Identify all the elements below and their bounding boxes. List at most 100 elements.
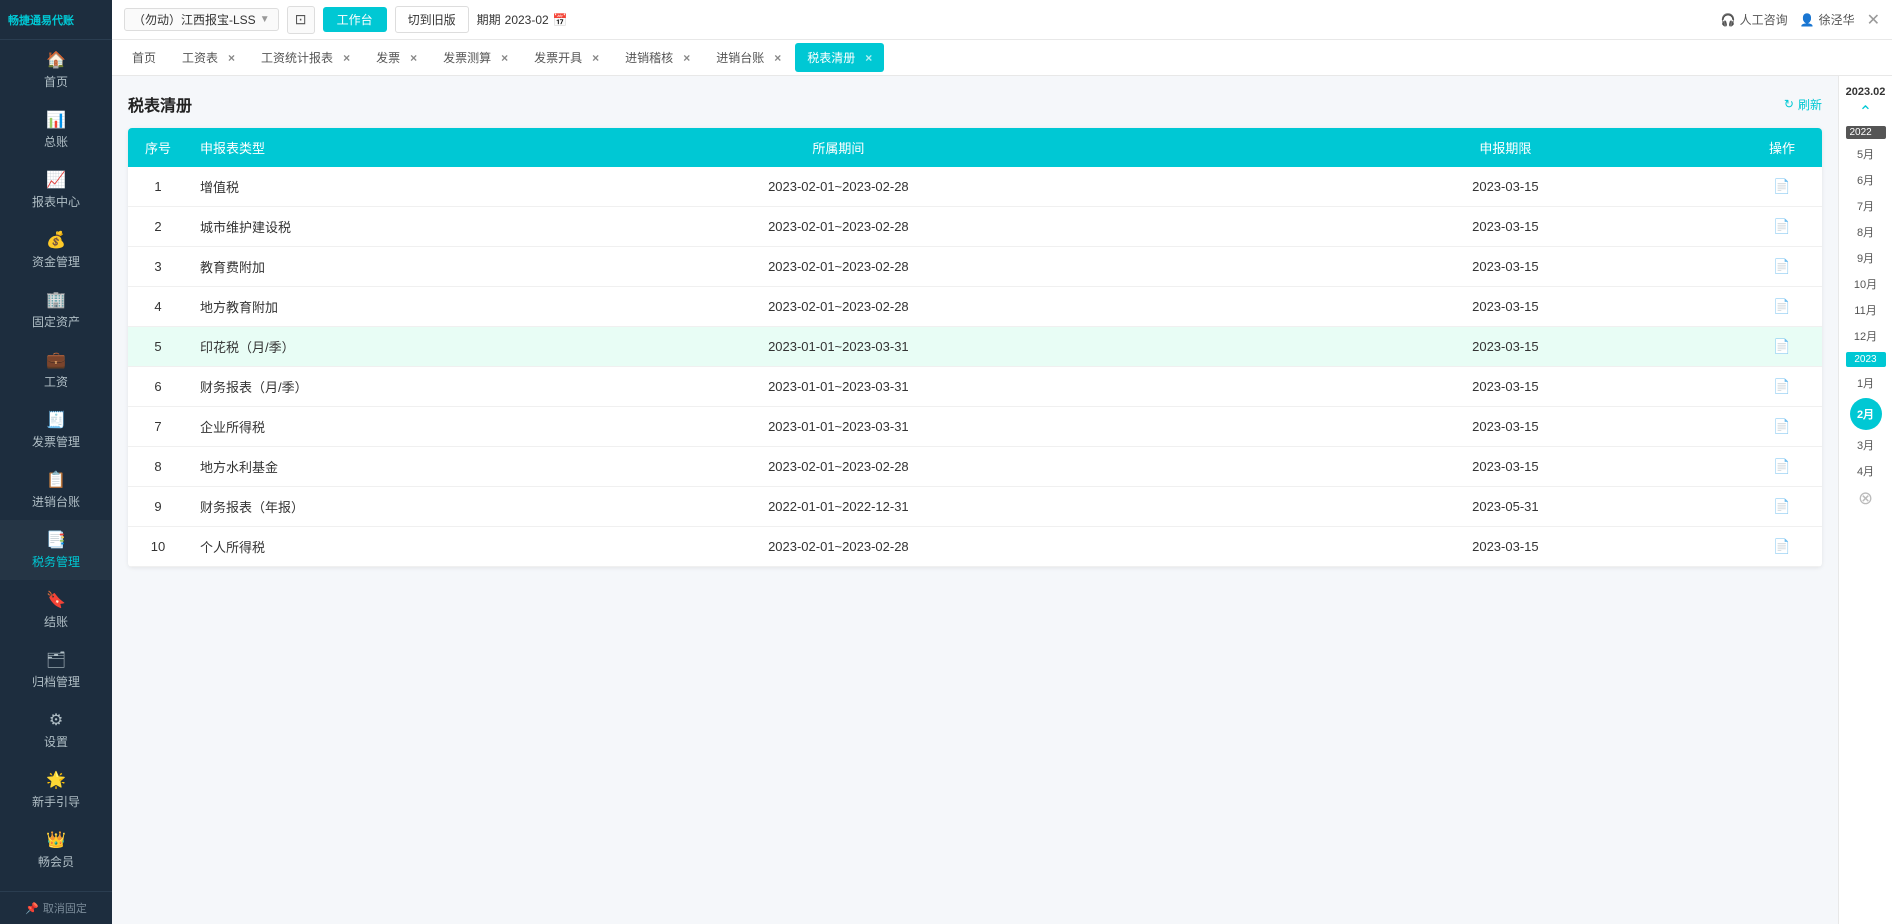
timeline-header: 2023.02 xyxy=(1844,82,1888,102)
sidebar-item-archive[interactable]: 🗂归档管理 xyxy=(0,640,112,700)
action-icon[interactable]: 📄 xyxy=(1773,298,1790,314)
sidebar-item-guide[interactable]: 🌟新手引导 xyxy=(0,760,112,820)
copy-icon[interactable]: ⊡ xyxy=(287,6,315,34)
cell-action[interactable]: 📄 xyxy=(1742,447,1822,487)
sidebar-item-fund[interactable]: 💰资金管理 xyxy=(0,220,112,280)
table-row: 9 财务报表（年报） 2022-01-01~2022-12-31 2023-05… xyxy=(128,487,1822,527)
tab-purchase-ledger[interactable]: 进销台账 × xyxy=(704,43,793,72)
action-icon[interactable]: 📄 xyxy=(1773,498,1790,514)
tab-close-salary[interactable]: × xyxy=(228,51,235,65)
settings-icon: ⚙ xyxy=(49,710,63,730)
tab-label-purchase-ledger: 进销台账 xyxy=(716,49,764,66)
tab-close-invoice-open[interactable]: × xyxy=(592,51,599,65)
action-icon[interactable]: 📄 xyxy=(1773,218,1790,234)
archive-icon: 🗂 xyxy=(46,650,66,670)
timeline-month-2023-3月[interactable]: 3月 xyxy=(1846,432,1886,458)
tab-salary-report[interactable]: 工资统计报表× xyxy=(249,43,362,72)
cell-type: 印花税（月/季） xyxy=(188,327,408,367)
sidebar-label-member: 畅会员 xyxy=(38,853,74,870)
cell-index: 5 xyxy=(128,327,188,367)
sidebar-item-purchase[interactable]: 📋进销台账 xyxy=(0,460,112,520)
tab-invoice-open[interactable]: 发票开具× xyxy=(522,43,611,72)
sidebar-item-invoice-mgmt[interactable]: 🧾发票管理 xyxy=(0,400,112,460)
sidebar-label-home: 首页 xyxy=(44,73,68,90)
cell-action[interactable]: 📄 xyxy=(1742,207,1822,247)
cell-index: 1 xyxy=(128,167,188,207)
sidebar-label-fund: 资金管理 xyxy=(32,253,80,270)
timeline-month-2023-2月[interactable]: 2月 xyxy=(1850,398,1882,430)
timeline-month-2022-6月[interactable]: 6月 xyxy=(1846,167,1886,193)
tab-close-tax-list[interactable]: × xyxy=(865,51,872,65)
member-icon: 👑 xyxy=(46,830,66,850)
cell-period: 2022-01-01~2022-12-31 xyxy=(408,487,1269,527)
tab-close-purchase-ledger[interactable]: × xyxy=(774,51,781,65)
user-profile[interactable]: 👤 徐泾华 xyxy=(1800,11,1855,28)
cell-action[interactable]: 📄 xyxy=(1742,367,1822,407)
cell-action[interactable]: 📄 xyxy=(1742,527,1822,567)
cell-index: 3 xyxy=(128,247,188,287)
cell-action[interactable]: 📄 xyxy=(1742,327,1822,367)
col-action: 操作 xyxy=(1742,128,1822,167)
tab-purchase-audit[interactable]: 进销稽核× xyxy=(613,43,702,72)
timeline-month-2022-9月[interactable]: 9月 xyxy=(1846,245,1886,271)
action-icon[interactable]: 📄 xyxy=(1773,538,1790,554)
tab-close-purchase-audit[interactable]: × xyxy=(683,51,690,65)
timeline-month-2023-4月[interactable]: 4月 xyxy=(1846,458,1886,484)
tab-label-salary: 工资表 xyxy=(182,49,218,66)
refresh-icon: ↻ xyxy=(1784,97,1794,111)
timeline-year-2022[interactable]: 2022 xyxy=(1846,126,1886,139)
company-selector[interactable]: （勿动）江西报宝-LSS ▼ xyxy=(124,8,279,31)
tab-tax-list[interactable]: 税表清册× xyxy=(795,43,884,72)
cell-period: 2023-02-01~2023-02-28 xyxy=(408,247,1269,287)
timeline-month-2022-12月[interactable]: 12月 xyxy=(1846,323,1886,349)
tab-home[interactable]: 首页 xyxy=(120,43,168,72)
sidebar-item-report[interactable]: 📈报表中心 xyxy=(0,160,112,220)
tab-invoice-calc[interactable]: 发票测算× xyxy=(431,43,520,72)
sidebar-item-home[interactable]: 🏠首页 xyxy=(0,40,112,100)
action-icon[interactable]: 📄 xyxy=(1773,258,1790,274)
sidebar-item-settings[interactable]: ⚙设置 xyxy=(0,700,112,760)
timeline-month-2022-10月[interactable]: 10月 xyxy=(1846,271,1886,297)
human-service-label: 人工咨询 xyxy=(1740,11,1788,28)
action-icon[interactable]: 📄 xyxy=(1773,378,1790,394)
period-selector[interactable]: 期期 2023-02 📅 xyxy=(477,11,568,28)
salary-icon: 💼 xyxy=(46,350,66,370)
refresh-button[interactable]: ↻ 刷新 xyxy=(1784,96,1822,113)
tab-close-salary-report[interactable]: × xyxy=(343,51,350,65)
timeline-year-2023[interactable]: 2023 xyxy=(1846,352,1886,367)
action-icon[interactable]: 📄 xyxy=(1773,338,1790,354)
sidebar-item-settlement[interactable]: 🔖结账 xyxy=(0,580,112,640)
collapse-icon[interactable]: ⊗ xyxy=(1858,488,1873,509)
tab-close-invoice[interactable]: × xyxy=(410,51,417,65)
workbench-button[interactable]: 工作台 xyxy=(323,7,387,32)
sidebar-item-salary[interactable]: 💼工资 xyxy=(0,340,112,400)
timeline-month-2022-11月[interactable]: 11月 xyxy=(1846,297,1886,323)
tab-close-invoice-calc[interactable]: × xyxy=(501,51,508,65)
company-name: （勿动）江西报宝-LSS xyxy=(133,11,256,28)
cell-period: 2023-01-01~2023-03-31 xyxy=(408,367,1269,407)
action-icon[interactable]: 📄 xyxy=(1773,178,1790,194)
cell-action[interactable]: 📄 xyxy=(1742,287,1822,327)
tab-invoice[interactable]: 发票× xyxy=(364,43,429,72)
timeline-month-2023-1月[interactable]: 1月 xyxy=(1846,370,1886,396)
human-service[interactable]: 🎧 人工咨询 xyxy=(1721,11,1788,28)
cell-action[interactable]: 📄 xyxy=(1742,407,1822,447)
cell-action[interactable]: 📄 xyxy=(1742,167,1822,207)
sidebar-item-member[interactable]: 👑 畅会员 xyxy=(0,820,112,880)
timeline-month-2022-5月[interactable]: 5月 xyxy=(1846,141,1886,167)
sidebar-item-fixed-asset[interactable]: 🏢固定资产 xyxy=(0,280,112,340)
scroll-up-icon[interactable]: ⌃ xyxy=(1859,102,1872,122)
cell-period: 2023-01-01~2023-03-31 xyxy=(408,327,1269,367)
sidebar-item-tax[interactable]: 📑税务管理 xyxy=(0,520,112,580)
switch-old-button[interactable]: 切到旧版 xyxy=(395,6,469,33)
close-icon[interactable]: ✕ xyxy=(1867,10,1880,30)
sidebar-bottom[interactable]: 📌 取消固定 xyxy=(0,891,112,924)
cell-action[interactable]: 📄 xyxy=(1742,487,1822,527)
cell-action[interactable]: 📄 xyxy=(1742,247,1822,287)
timeline-month-2022-8月[interactable]: 8月 xyxy=(1846,219,1886,245)
timeline-month-2022-7月[interactable]: 7月 xyxy=(1846,193,1886,219)
sidebar-item-ledger[interactable]: 📊总账 xyxy=(0,100,112,160)
tab-salary[interactable]: 工资表 × xyxy=(170,43,247,72)
action-icon[interactable]: 📄 xyxy=(1773,418,1790,434)
action-icon[interactable]: 📄 xyxy=(1773,458,1790,474)
